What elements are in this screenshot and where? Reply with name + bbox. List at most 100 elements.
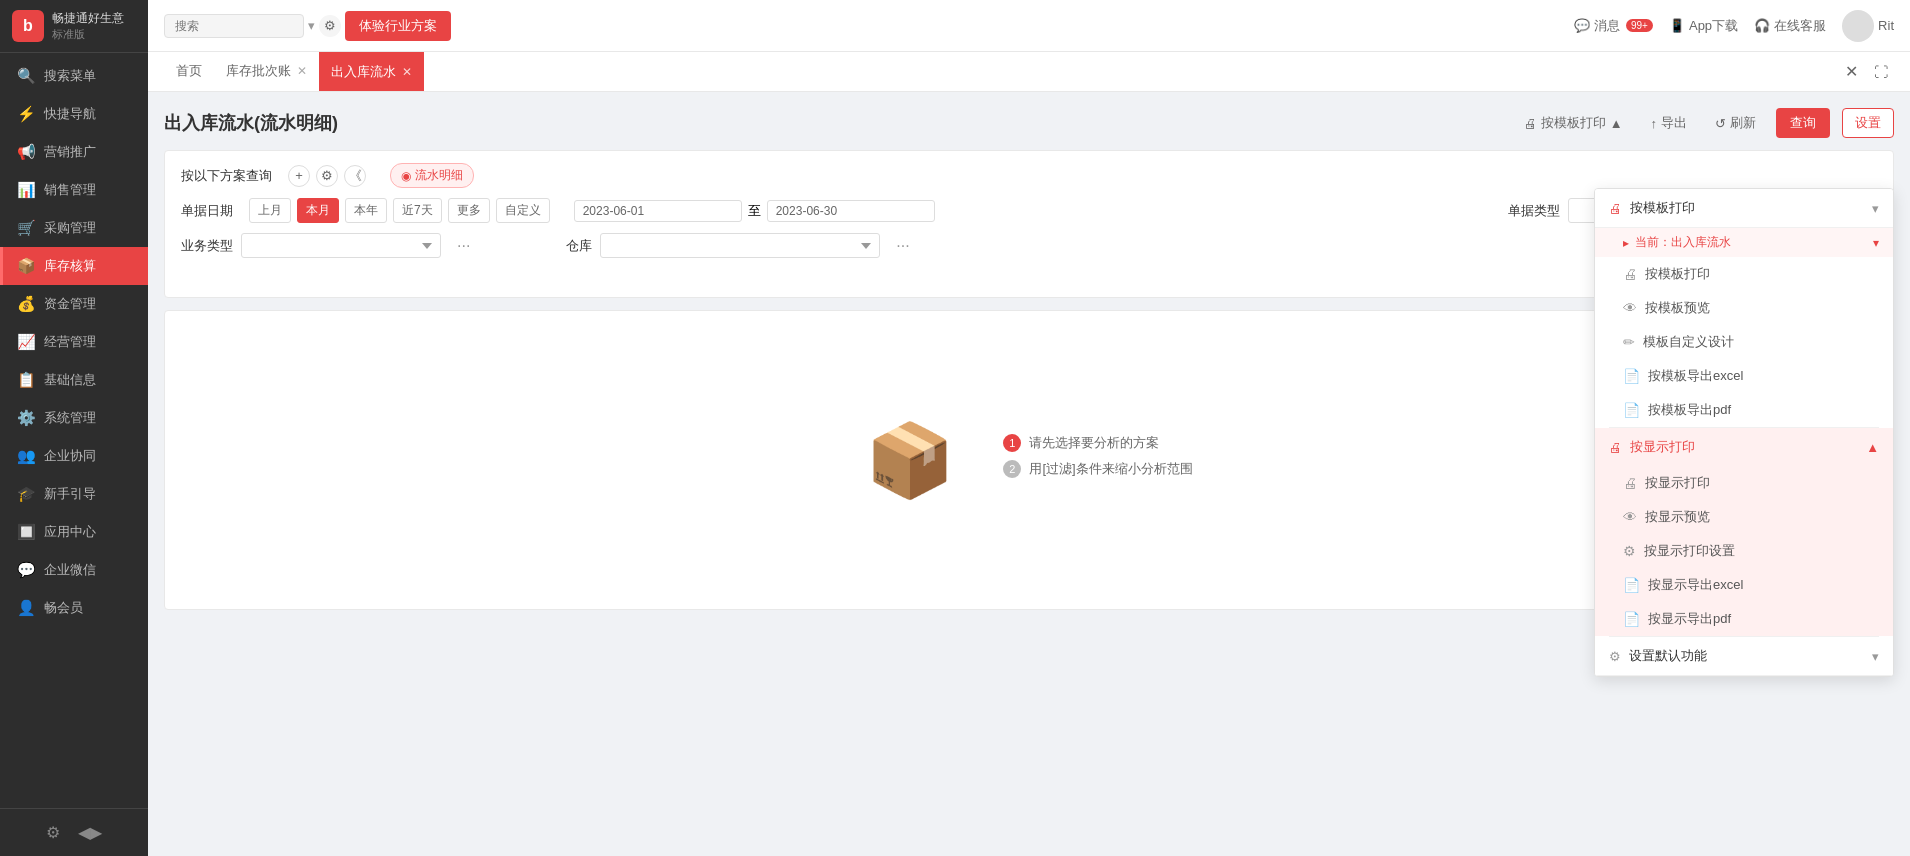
tab-batch-account-close-icon[interactable]: ✕ [297, 64, 307, 78]
settings-btn[interactable]: 设置 [1842, 108, 1894, 138]
purchase-icon: 🛒 [17, 219, 36, 237]
sidebar-item-finance[interactable]: 💰 资金管理 [0, 285, 148, 323]
sidebar-item-guide[interactable]: 🎓 新手引导 [0, 475, 148, 513]
basicinfo-icon: 📋 [17, 371, 36, 389]
topbar-chevron-icon[interactable]: ▾ [308, 18, 315, 33]
preview-icon: 👁 [1623, 300, 1637, 316]
date-range-inputs: 至 [574, 200, 935, 222]
empty-step-1: 1 请先选择要分析的方案 [1003, 434, 1192, 452]
date-separator: 至 [748, 202, 761, 220]
date-to-input[interactable] [767, 200, 935, 222]
sidebar-item-purchase[interactable]: 🛒 采购管理 [0, 209, 148, 247]
display-print-item-label: 按显示打印 [1645, 474, 1710, 492]
system-icon: ⚙️ [17, 409, 36, 427]
filter-tag[interactable]: ◉ 流水明细 [390, 163, 474, 188]
print-template-section-header[interactable]: 🖨 按模板打印 ▾ [1595, 189, 1893, 228]
print-template-btn[interactable]: 🖨 按模板打印 ▲ [1516, 110, 1631, 136]
tab-stock-flow[interactable]: 出入库流水 ✕ [319, 52, 424, 91]
set-default-icon: ⚙ [1609, 649, 1621, 664]
guide-icon: 🎓 [17, 485, 36, 503]
business-type-more-btn[interactable]: ··· [457, 237, 470, 255]
date-more-btn[interactable]: 更多 [448, 198, 490, 223]
sidebar-item-appcenter[interactable]: 🔲 应用中心 [0, 513, 148, 551]
set-default-section-header[interactable]: ⚙ 设置默认功能 ▾ [1595, 637, 1893, 676]
sidebar-item-wechat[interactable]: 💬 企业微信 [0, 551, 148, 589]
filter-collapse-btn[interactable]: 《 [344, 165, 366, 187]
empty-steps: 1 请先选择要分析的方案 2 用[过滤]条件来缩小分析范围 [1003, 434, 1192, 486]
window-maximize-btn[interactable]: ⛶ [1868, 59, 1894, 85]
marketing-icon: 📢 [17, 143, 36, 161]
sidebar-nav: 🔍 搜索菜单 ⚡ 快捷导航 📢 营销推广 📊 销售管理 🛒 采购管理 📦 库存核… [0, 53, 148, 808]
export-btn[interactable]: ↑ 导出 [1643, 110, 1696, 136]
date-this-month-btn[interactable]: 本月 [297, 198, 339, 223]
sidebar-item-inventory[interactable]: 📦 库存核算 [0, 247, 148, 285]
sidebar-item-basic-info[interactable]: 📋 基础信息 [0, 361, 148, 399]
sidebar-item-collab[interactable]: 👥 企业协同 [0, 437, 148, 475]
sidebar-item-system[interactable]: ⚙️ 系统管理 [0, 399, 148, 437]
display-print-item-0[interactable]: 🖨 按显示打印 [1595, 466, 1893, 500]
date-last-month-btn[interactable]: 上月 [249, 198, 291, 223]
warehouse-more-btn[interactable]: ··· [896, 237, 909, 255]
date-this-year-btn[interactable]: 本年 [345, 198, 387, 223]
sidebar-item-label: 企业微信 [44, 561, 96, 579]
display-print-item-4[interactable]: 📄 按显示导出pdf [1595, 602, 1893, 636]
sidebar: b 畅捷通好生意 标准版 🔍 搜索菜单 ⚡ 快捷导航 📢 营销推广 📊 销售管理… [0, 0, 148, 856]
sidebar-item-sales[interactable]: 📊 销售管理 [0, 171, 148, 209]
print-template-pdf-label: 按模板导出pdf [1648, 401, 1731, 419]
display-print-item-1[interactable]: 👁 按显示预览 [1595, 500, 1893, 534]
message-btn[interactable]: 💬 消息 99+ [1574, 17, 1653, 35]
sidebar-item-quicknav[interactable]: ⚡ 快捷导航 [0, 95, 148, 133]
export-icon: ↑ [1651, 116, 1658, 131]
sidebar-settings-btn[interactable]: ⚙ [42, 819, 64, 846]
date-7days-btn[interactable]: 近7天 [393, 198, 442, 223]
print-template-item-3[interactable]: 📄 按模板导出excel [1595, 359, 1893, 393]
print-template-current[interactable]: ▸ 当前：出入库流水 ▾ [1595, 228, 1893, 257]
sidebar-bottom: ⚙ ◀▶ [0, 808, 148, 856]
topbar-right: 💬 消息 99+ 📱 App下载 🎧 在线客服 Rit [1574, 10, 1894, 42]
display-print-header[interactable]: 🖨 按显示打印 ▲ [1595, 428, 1893, 466]
refresh-btn[interactable]: ↺ 刷新 [1707, 110, 1764, 136]
tab-stock-flow-close-icon[interactable]: ✕ [402, 65, 412, 79]
printer-icon: 🖨 [1524, 116, 1537, 131]
print-template-item-0[interactable]: 🖨 按模板打印 [1595, 257, 1893, 291]
online-service-btn[interactable]: 🎧 在线客服 [1754, 17, 1826, 35]
filter-add-btn[interactable]: + [288, 165, 310, 187]
business-type-select[interactable] [241, 233, 441, 258]
print-template-item-4[interactable]: 📄 按模板导出pdf [1595, 393, 1893, 427]
filter-settings-btn[interactable]: ⚙ [316, 165, 338, 187]
query-btn[interactable]: 查询 [1776, 108, 1830, 138]
tab-home[interactable]: 首页 [164, 52, 214, 91]
date-filter-group: 上月 本月 本年 近7天 更多 自定义 [249, 198, 550, 223]
sidebar-item-member[interactable]: 👤 畅会员 [0, 589, 148, 627]
topbar-gear-btn[interactable]: ⚙ [319, 15, 341, 37]
appcenter-icon: 🔲 [17, 523, 36, 541]
empty-step-2: 2 用[过滤]条件来缩小分析范围 [1003, 460, 1192, 478]
sidebar-toggle-btn[interactable]: ◀▶ [74, 819, 106, 846]
display-preview-icon: 👁 [1623, 509, 1637, 525]
user-avatar-area[interactable]: Rit [1842, 10, 1894, 42]
topbar-search-input[interactable] [164, 14, 304, 38]
tab-batch-account[interactable]: 库存批次账 ✕ [214, 52, 319, 91]
print-template-item-2[interactable]: ✏ 模板自定义设计 [1595, 325, 1893, 359]
sidebar-item-label: 销售管理 [44, 181, 96, 199]
app-download-btn[interactable]: 📱 App下载 [1669, 17, 1738, 35]
sidebar-item-search[interactable]: 🔍 搜索菜单 [0, 57, 148, 95]
sidebar-item-marketing[interactable]: 📢 营销推广 [0, 133, 148, 171]
business-type-label: 业务类型 [181, 237, 233, 255]
date-custom-btn[interactable]: 自定义 [496, 198, 550, 223]
display-print-item-3[interactable]: 📄 按显示导出excel [1595, 568, 1893, 602]
print-template-item-1[interactable]: 👁 按模板预览 [1595, 291, 1893, 325]
display-settings-icon: ⚙ [1623, 543, 1636, 559]
operations-icon: 📈 [17, 333, 36, 351]
print-template-chevron-icon: ▾ [1872, 201, 1879, 216]
industry-solution-btn[interactable]: 体验行业方案 [345, 11, 451, 41]
sidebar-item-label: 应用中心 [44, 523, 96, 541]
display-print-item-2[interactable]: ⚙ 按显示打印设置 [1595, 534, 1893, 568]
window-close-btn[interactable]: ✕ [1838, 59, 1864, 85]
sidebar-item-operations[interactable]: 📈 经营管理 [0, 323, 148, 361]
print-template-item-label: 按模板打印 [1645, 265, 1710, 283]
tab-home-label: 首页 [176, 62, 202, 80]
excel-icon: 📄 [1623, 368, 1640, 384]
warehouse-select[interactable] [600, 233, 880, 258]
date-from-input[interactable] [574, 200, 742, 222]
